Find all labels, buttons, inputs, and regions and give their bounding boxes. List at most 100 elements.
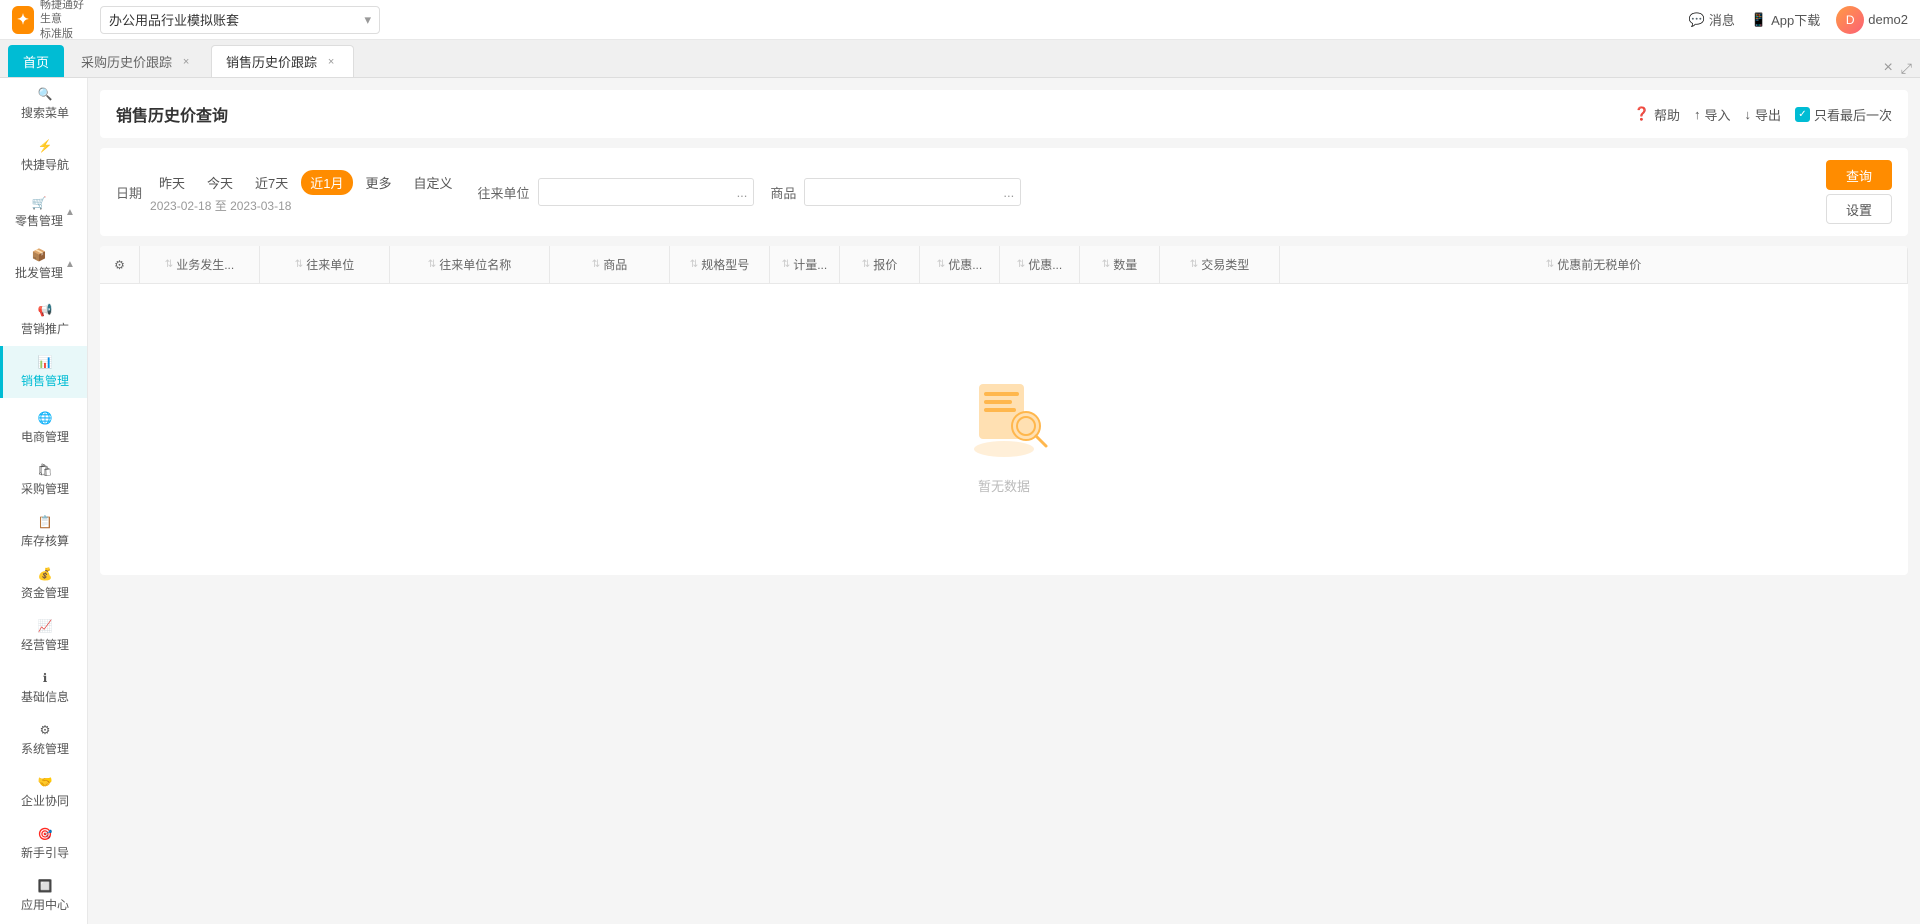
sidebar-label-apps: 应用中心 bbox=[21, 896, 69, 913]
date-btn-more[interactable]: 更多 bbox=[357, 170, 401, 195]
header-right: 💬 消息 📱 App下载 D demo2 bbox=[1689, 6, 1908, 34]
only-last-checkbox-group[interactable]: ✓ 只看最后一次 bbox=[1795, 105, 1892, 124]
th-discount2-sort-icon: ⇅ bbox=[1017, 259, 1025, 270]
th-pretax[interactable]: ⇅ 优惠前无税单价 bbox=[1280, 246, 1908, 283]
only-last-checkbox[interactable]: ✓ bbox=[1795, 107, 1810, 122]
user-menu-button[interactable]: D demo2 bbox=[1836, 6, 1908, 34]
sidebar-item-enterprise[interactable]: 🤝 企业协同 bbox=[0, 766, 87, 818]
sidebar-label-retail: 零售管理 bbox=[15, 212, 63, 229]
tab-purchase-history-label: 采购历史价跟踪 bbox=[81, 52, 172, 71]
download-icon: 📱 bbox=[1751, 12, 1767, 28]
tab-sales-history[interactable]: 销售历史价跟踪 × bbox=[211, 45, 354, 77]
th-unit-name[interactable]: ⇅ 往来单位名称 bbox=[390, 246, 550, 283]
tab-purchase-history-close[interactable]: × bbox=[178, 54, 194, 70]
sidebar-item-basic-info[interactable]: ℹ 基础信息 bbox=[0, 662, 87, 714]
goods-dots[interactable]: ... bbox=[997, 185, 1020, 200]
date-btn-yesterday[interactable]: 昨天 bbox=[150, 170, 194, 195]
tab-home[interactable]: 首页 bbox=[8, 45, 64, 77]
help-button[interactable]: ❓ 帮助 bbox=[1634, 105, 1680, 124]
message-button[interactable]: 💬 消息 bbox=[1689, 10, 1735, 29]
sidebar-label-sales-mgmt: 销售管理 bbox=[21, 372, 69, 389]
th-gear[interactable]: ⚙ bbox=[100, 246, 140, 283]
tab-sales-history-close[interactable]: × bbox=[323, 54, 339, 70]
sidebar-item-wholesale[interactable]: 📦 批发管理 ▲ bbox=[0, 238, 87, 290]
sidebar: 🔍 搜索菜单 ⚡ 快捷导航 🛒 零售管理 ▲ 📦 批发管理 ▲ 📢 营销推广 bbox=[0, 78, 88, 924]
retail-arrow-icon: ▲ bbox=[65, 207, 75, 218]
date-btn-custom[interactable]: 自定义 bbox=[405, 170, 462, 195]
settings-button[interactable]: 设置 bbox=[1826, 194, 1892, 224]
th-trade-type[interactable]: ⇅ 交易类型 bbox=[1160, 246, 1280, 283]
gear-icon: ⚙ bbox=[114, 258, 125, 272]
sales-mgmt-icon: 📊 bbox=[38, 355, 53, 369]
chevron-down-icon: ▾ bbox=[364, 12, 371, 28]
th-qty[interactable]: ⇅ 数量 bbox=[1080, 246, 1160, 283]
sidebar-item-operations[interactable]: 📈 经营管理 bbox=[0, 610, 87, 662]
sidebar-item-marketing[interactable]: 📢 营销推广 bbox=[0, 294, 87, 346]
tab-close-all-button[interactable]: × bbox=[1883, 59, 1892, 77]
th-unit-code[interactable]: ⇅ 往来单位 bbox=[260, 246, 390, 283]
ecommerce-icon: 🌐 bbox=[38, 411, 53, 425]
sidebar-item-inventory[interactable]: 📋 库存核算 bbox=[0, 506, 87, 558]
sidebar-label-basic-info: 基础信息 bbox=[21, 688, 69, 705]
date-btn-today[interactable]: 今天 bbox=[198, 170, 242, 195]
th-discount2[interactable]: ⇅ 优惠... bbox=[1000, 246, 1080, 283]
sidebar-item-ecommerce[interactable]: 🌐 电商管理 bbox=[0, 402, 87, 454]
apps-icon: 🔲 bbox=[38, 879, 53, 893]
page-header: 销售历史价查询 ❓ 帮助 ↑ 导入 ↓ 导出 ✓ 只看最后一次 bbox=[100, 90, 1908, 138]
basic-info-icon: ℹ bbox=[43, 671, 48, 685]
goods-label: 商品 bbox=[770, 183, 796, 202]
th-calc-unit-sort-icon: ⇅ bbox=[782, 259, 790, 270]
sidebar-item-sales-mgmt[interactable]: 📊 销售管理 bbox=[0, 346, 87, 398]
date-btn-last1m[interactable]: 近1月 bbox=[301, 170, 352, 195]
th-unit-name-sort-icon: ⇅ bbox=[428, 259, 436, 270]
wholesale-arrow-icon: ▲ bbox=[65, 259, 75, 270]
th-price[interactable]: ⇅ 报价 bbox=[840, 246, 920, 283]
query-button[interactable]: 查询 bbox=[1826, 160, 1892, 190]
marketing-icon: 📢 bbox=[38, 303, 53, 317]
app-download-button[interactable]: 📱 App下载 bbox=[1751, 10, 1820, 29]
purchase-icon: 🛍 bbox=[37, 463, 52, 477]
th-pretax-sort-icon: ⇅ bbox=[1546, 259, 1554, 270]
th-calc-unit[interactable]: ⇅ 计量... bbox=[770, 246, 840, 283]
partner-dots[interactable]: ... bbox=[731, 185, 754, 200]
message-icon: 💬 bbox=[1689, 12, 1705, 28]
th-spec[interactable]: ⇅ 规格型号 bbox=[670, 246, 770, 283]
sidebar-label-ecommerce: 电商管理 bbox=[21, 428, 69, 445]
sidebar-item-system[interactable]: ⚙ 系统管理 bbox=[0, 714, 87, 766]
th-date-sort-icon: ⇅ bbox=[165, 259, 173, 270]
partner-input[interactable] bbox=[539, 185, 731, 200]
date-buttons: 昨天 今天 近7天 近1月 更多 自定义 bbox=[150, 170, 462, 195]
sidebar-item-finance[interactable]: 💰 资金管理 bbox=[0, 558, 87, 610]
tab-purchase-history[interactable]: 采购历史价跟踪 × bbox=[66, 45, 209, 77]
tab-home-label: 首页 bbox=[23, 52, 49, 71]
sidebar-item-search[interactable]: 🔍 搜索菜单 bbox=[0, 78, 87, 130]
th-goods[interactable]: ⇅ 商品 bbox=[550, 246, 670, 283]
only-last-label: 只看最后一次 bbox=[1814, 105, 1892, 124]
goods-input[interactable] bbox=[805, 185, 997, 200]
top-header: ✦ 畅捷通好生意 标准版 办公用品行业模拟账套 ▾ 💬 消息 📱 App下载 D… bbox=[0, 0, 1920, 40]
sidebar-item-shortcut[interactable]: ⚡ 快捷导航 bbox=[0, 130, 87, 182]
tab-bar-actions: × ⤢ bbox=[1883, 59, 1912, 77]
avatar: D bbox=[1836, 6, 1864, 34]
import-button[interactable]: ↑ 导入 bbox=[1694, 105, 1731, 124]
table-header: ⚙ ⇅ 业务发生... ⇅ 往来单位 ⇅ 往来单位名称 ⇅ 商品 bbox=[100, 246, 1908, 284]
fullscreen-button[interactable]: ⤢ bbox=[1901, 60, 1912, 77]
date-btn-last7[interactable]: 近7天 bbox=[246, 170, 297, 195]
sidebar-label-enterprise: 企业协同 bbox=[21, 792, 69, 809]
th-date[interactable]: ⇅ 业务发生... bbox=[140, 246, 260, 283]
tab-bar: 首页 采购历史价跟踪 × 销售历史价跟踪 × × ⤢ bbox=[0, 40, 1920, 78]
th-discount1[interactable]: ⇅ 优惠... bbox=[920, 246, 1000, 283]
sidebar-label-search: 搜索菜单 bbox=[21, 104, 69, 121]
inventory-icon: 📋 bbox=[38, 515, 53, 529]
sidebar-item-guide[interactable]: 🎯 新手引导 bbox=[0, 818, 87, 870]
sidebar-item-retail[interactable]: 🛒 零售管理 ▲ bbox=[0, 186, 87, 238]
account-selector[interactable]: 办公用品行业模拟账套 ▾ bbox=[100, 6, 380, 34]
sidebar-item-apps[interactable]: 🔲 应用中心 bbox=[0, 870, 87, 922]
sidebar-label-marketing: 营销推广 bbox=[21, 320, 69, 337]
sidebar-label-shortcut: 快捷导航 bbox=[21, 156, 69, 173]
partner-label: 往来单位 bbox=[478, 183, 530, 202]
sidebar-item-purchase[interactable]: 🛍 采购管理 bbox=[0, 454, 87, 506]
export-button[interactable]: ↓ 导出 bbox=[1744, 105, 1781, 124]
app-logo-text: 畅捷通好生意 标准版 bbox=[40, 0, 92, 41]
goods-filter-group: 商品 ... bbox=[770, 178, 1021, 206]
